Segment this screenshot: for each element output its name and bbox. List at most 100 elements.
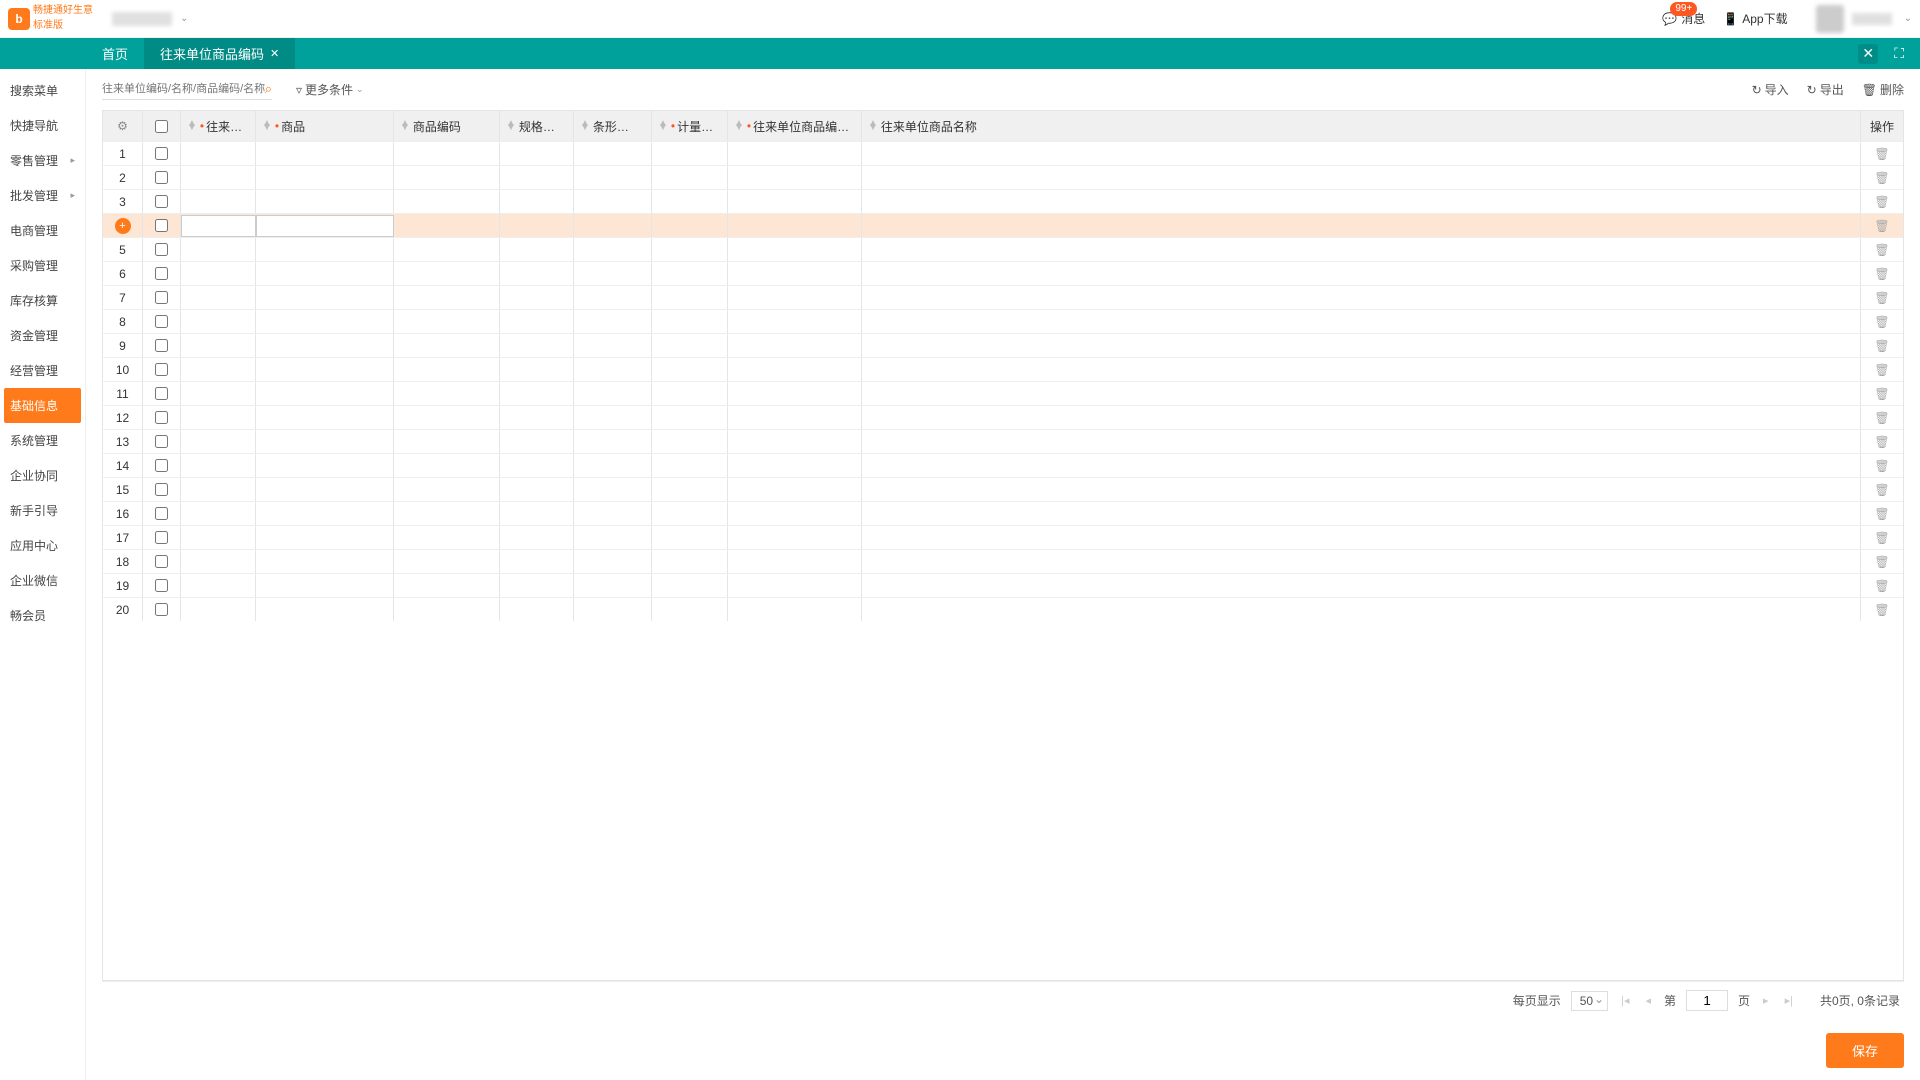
cell[interactable] xyxy=(574,334,652,357)
cell[interactable] xyxy=(574,430,652,453)
cell[interactable] xyxy=(728,166,862,189)
cell[interactable] xyxy=(256,358,394,381)
cell[interactable] xyxy=(256,215,394,237)
cell[interactable] xyxy=(181,310,256,333)
cell[interactable] xyxy=(862,430,1861,453)
table-row[interactable]: 16🗑 xyxy=(103,501,1903,525)
cell[interactable] xyxy=(862,502,1861,525)
select-all-checkbox[interactable] xyxy=(155,120,168,133)
cell[interactable] xyxy=(728,358,862,381)
cell[interactable] xyxy=(862,190,1861,213)
cell[interactable] xyxy=(394,478,500,501)
column-partner-product-name[interactable]: ▲▼往来单位商品名称 xyxy=(862,111,1861,141)
table-row[interactable]: 7🗑 xyxy=(103,285,1903,309)
cell[interactable] xyxy=(728,334,862,357)
cell[interactable] xyxy=(500,574,574,597)
cell[interactable] xyxy=(862,334,1861,357)
row-delete-button[interactable]: 🗑 xyxy=(1874,171,1889,185)
row-checkbox[interactable] xyxy=(155,219,168,232)
cell[interactable] xyxy=(394,358,500,381)
cell[interactable] xyxy=(862,286,1861,309)
cell[interactable] xyxy=(256,598,394,621)
cell[interactable] xyxy=(652,142,728,165)
cell[interactable] xyxy=(500,238,574,261)
sidebar-item-9[interactable]: 基础信息 xyxy=(4,388,81,423)
cell[interactable] xyxy=(652,502,728,525)
cell[interactable] xyxy=(574,310,652,333)
row-delete-button[interactable]: 🗑 xyxy=(1874,435,1889,449)
cell[interactable] xyxy=(181,286,256,309)
cell[interactable] xyxy=(394,238,500,261)
row-delete-button[interactable]: 🗑 xyxy=(1874,291,1889,305)
column-select-all[interactable] xyxy=(143,111,181,141)
cell[interactable] xyxy=(394,502,500,525)
cell[interactable] xyxy=(181,406,256,429)
row-delete-button[interactable]: 🗑 xyxy=(1874,603,1889,617)
cell[interactable] xyxy=(181,215,256,237)
cell[interactable] xyxy=(181,478,256,501)
cell[interactable] xyxy=(862,478,1861,501)
cell[interactable] xyxy=(574,406,652,429)
column-partner[interactable]: ▲▼•往来… xyxy=(181,111,256,141)
delete-button[interactable]: 🗑 删除 xyxy=(1862,81,1904,98)
cell[interactable] xyxy=(394,598,500,621)
cell[interactable] xyxy=(862,358,1861,381)
cell[interactable] xyxy=(574,454,652,477)
cell[interactable] xyxy=(728,478,862,501)
cell[interactable] xyxy=(500,190,574,213)
cell[interactable] xyxy=(181,142,256,165)
table-row[interactable]: 12🗑 xyxy=(103,405,1903,429)
cell[interactable] xyxy=(652,334,728,357)
cell[interactable] xyxy=(394,190,500,213)
cell[interactable] xyxy=(181,574,256,597)
cell[interactable] xyxy=(256,430,394,453)
cell[interactable] xyxy=(394,286,500,309)
row-checkbox[interactable] xyxy=(155,171,168,184)
cell[interactable] xyxy=(500,286,574,309)
cell[interactable] xyxy=(256,478,394,501)
sidebar-item-0[interactable]: 搜索菜单 xyxy=(0,73,85,108)
table-row[interactable]: 6🗑 xyxy=(103,261,1903,285)
table-row[interactable]: 17🗑 xyxy=(103,525,1903,549)
cell[interactable] xyxy=(862,214,1861,237)
cell[interactable] xyxy=(862,382,1861,405)
cell[interactable] xyxy=(728,262,862,285)
cell[interactable] xyxy=(181,166,256,189)
cell[interactable] xyxy=(862,142,1861,165)
cell[interactable] xyxy=(394,526,500,549)
more-conditions-button[interactable]: ▿ 更多条件 ⌄ xyxy=(296,81,364,98)
cell[interactable] xyxy=(256,550,394,573)
row-checkbox[interactable] xyxy=(155,195,168,208)
cell[interactable] xyxy=(728,406,862,429)
tabs-close-all-button[interactable]: ✕ xyxy=(1858,44,1878,64)
cell[interactable] xyxy=(574,358,652,381)
cell[interactable] xyxy=(394,310,500,333)
cell[interactable] xyxy=(394,166,500,189)
cell[interactable] xyxy=(728,142,862,165)
row-checkbox[interactable] xyxy=(155,579,168,592)
row-delete-button[interactable]: 🗑 xyxy=(1874,459,1889,473)
table-row[interactable]: 5🗑 xyxy=(103,237,1903,261)
cell[interactable] xyxy=(256,286,394,309)
cell[interactable] xyxy=(574,286,652,309)
row-delete-button[interactable]: 🗑 xyxy=(1874,579,1889,593)
row-delete-button[interactable]: 🗑 xyxy=(1874,195,1889,209)
table-row[interactable]: 15🗑 xyxy=(103,477,1903,501)
column-product-code[interactable]: ▲▼商品编码 xyxy=(394,111,500,141)
sidebar-item-2[interactable]: 零售管理▸ xyxy=(0,143,85,178)
cell[interactable] xyxy=(862,166,1861,189)
cell[interactable] xyxy=(652,166,728,189)
cell[interactable] xyxy=(500,310,574,333)
cell[interactable] xyxy=(181,358,256,381)
cell[interactable] xyxy=(728,502,862,525)
table-row[interactable]: 14🗑 xyxy=(103,453,1903,477)
sidebar-item-8[interactable]: 经营管理 xyxy=(0,353,85,388)
cell[interactable] xyxy=(862,262,1861,285)
sidebar-item-7[interactable]: 资金管理 xyxy=(0,318,85,353)
sidebar-item-15[interactable]: 畅会员 xyxy=(0,598,85,633)
cell[interactable] xyxy=(256,334,394,357)
row-checkbox[interactable] xyxy=(155,315,168,328)
cell[interactable] xyxy=(500,430,574,453)
row-delete-button[interactable]: 🗑 xyxy=(1874,531,1889,545)
cell[interactable] xyxy=(500,502,574,525)
